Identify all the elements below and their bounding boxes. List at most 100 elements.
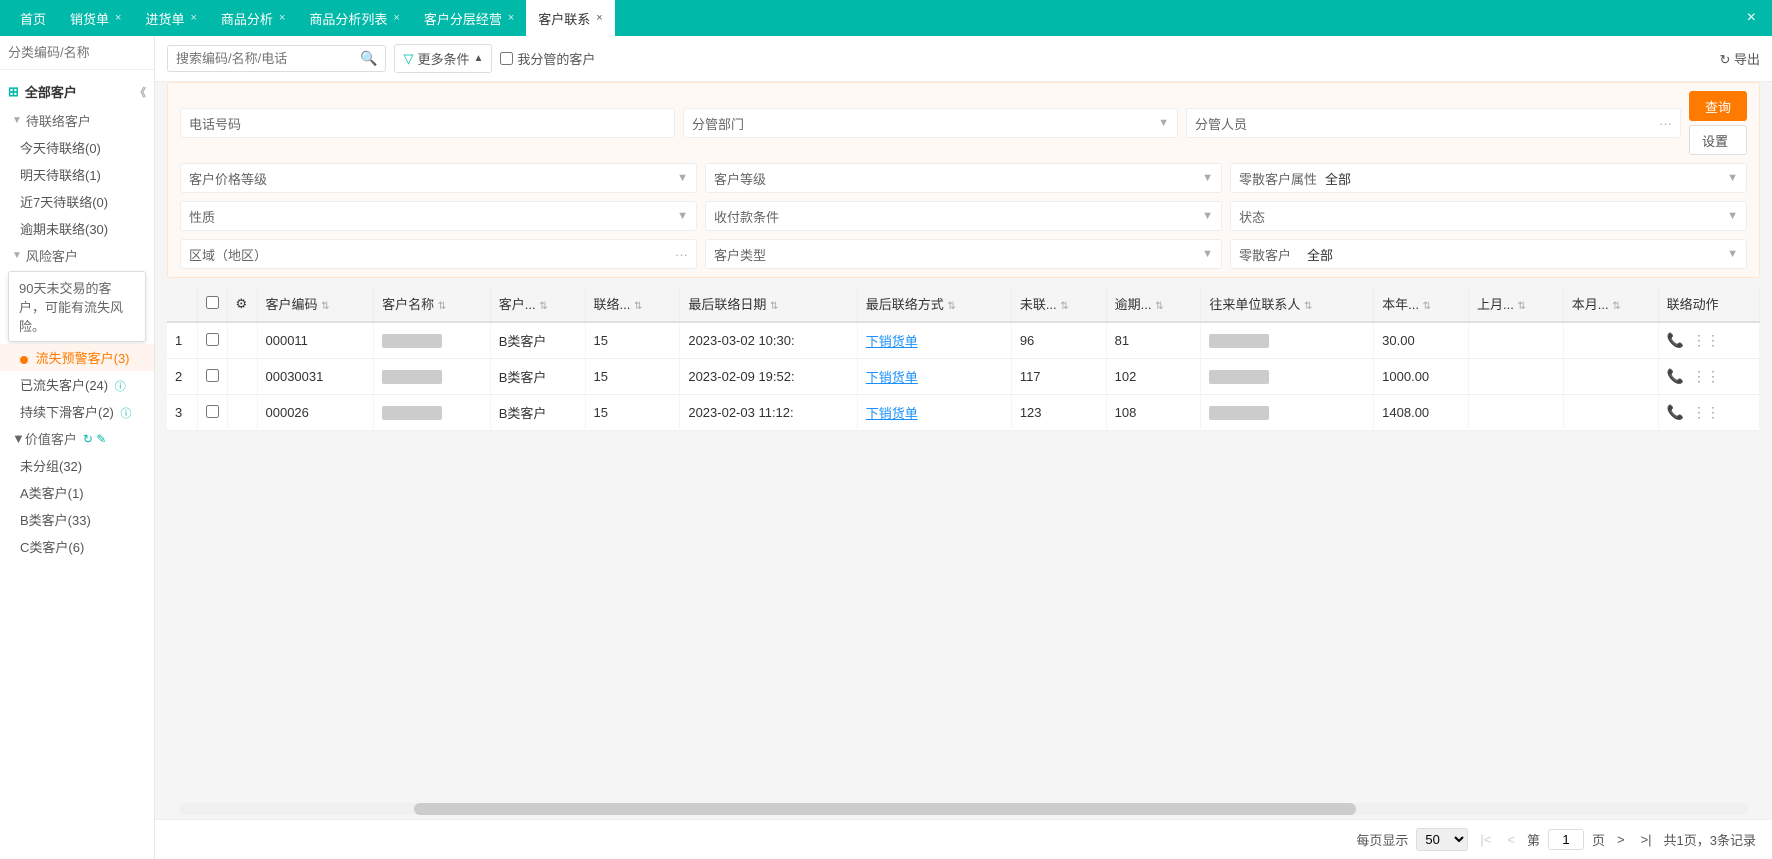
cell-last-month-3 [1468,395,1563,431]
toolbar-search-icon[interactable]: 🔍 [360,50,377,67]
row-checkbox-3[interactable] [206,405,219,418]
nav-customer-contact-close[interactable]: × [596,12,602,24]
action-menu-icon-3[interactable]: ⋮⋮ [1692,404,1720,421]
nav-sales-order-close[interactable]: × [115,12,121,24]
toolbar: 🔍 ▽ 更多条件 ▲ 我分管的客户 ↻ 导出 [155,36,1772,82]
page-number-input[interactable] [1548,829,1584,850]
filter-retail-customer-value: 全部 [1307,245,1333,264]
sidebar-item-tomorrow[interactable]: 明天待联络(1) [0,161,154,188]
col-this-month[interactable]: 本月... ⇅ [1563,286,1658,322]
filter-customer-level: 客户等级 ▼ [705,163,1222,193]
nav-product-analysis-close[interactable]: × [279,12,285,24]
col-last-month[interactable]: 上月... ⇅ [1468,286,1563,322]
filter-person-label: 分管人员 [1195,114,1255,133]
filter-retail-attr: 零散客户属性 全部 ▼ [1230,163,1747,193]
action-phone-icon-3[interactable]: 📞 [1667,404,1684,421]
pagination-last[interactable]: >| [1637,830,1656,849]
nav-customer-segmentation-close[interactable]: × [508,12,514,24]
col-settings[interactable]: ⚙ [227,286,257,322]
col-last-way[interactable]: 最后联络方式 ⇅ [857,286,1011,322]
nav-home[interactable]: 首页 [8,0,58,36]
cell-index-2: 2 [167,359,197,395]
cell-last-way-1[interactable]: 下销货单 [857,322,1011,359]
filter-department-arrow: ▼ [1158,117,1169,129]
col-this-year[interactable]: 本年... ⇅ [1374,286,1469,322]
nav-customer-contact[interactable]: 客户联系 × [526,0,614,36]
export-button[interactable]: ↻ 导出 [1719,49,1760,68]
cell-last-month-2 [1468,359,1563,395]
nav-product-analysis-list[interactable]: 商品分析列表 × [297,0,411,36]
nav-purchase-order-close[interactable]: × [190,12,196,24]
cell-last-way-3[interactable]: 下销货单 [857,395,1011,431]
filter-customer-type: 客户类型 ▼ [705,239,1222,269]
cell-index-3: 3 [167,395,197,431]
action-menu-icon-1[interactable]: ⋮⋮ [1692,332,1720,349]
row-checkbox-1[interactable] [206,333,219,346]
cell-checkbox-1[interactable] [197,322,227,359]
window-close-button[interactable]: × [1739,9,1764,27]
row-checkbox-2[interactable] [206,369,219,382]
col-name[interactable]: 客户名称 ⇅ [374,286,491,322]
pagination-next[interactable]: > [1613,830,1629,849]
nav-purchase-order[interactable]: 进货单 × [133,0,208,36]
sidebar-group-pending[interactable]: ▼ 待联络客户 [0,107,154,134]
per-page-label: 每页显示 [1356,830,1408,849]
filter-row-3: 性质 ▼ 收付款条件 ▼ 状态 ▼ [180,201,1747,231]
action-phone-icon-2[interactable]: 📞 [1667,368,1684,385]
col-unit-contacts[interactable]: 往来单位联系人 ⇅ [1201,286,1374,322]
col-overdue[interactable]: 逾期... ⇅ [1106,286,1201,322]
action-phone-icon-1[interactable]: 📞 [1667,332,1684,349]
filter-person-more[interactable]: ··· [1659,116,1672,131]
more-conditions-button[interactable]: ▽ 更多条件 ▲ [394,44,492,73]
sidebar-item-overdue[interactable]: 逾期未联络(30) [0,215,154,242]
toolbar-search-input[interactable] [176,51,356,66]
sidebar-item-ungrouped[interactable]: 未分组(32) [0,452,154,479]
sidebar-item-class-a[interactable]: A类客户(1) [0,479,154,506]
sidebar-group-lost[interactable]: ▼ 风险客户 [0,242,154,269]
col-contact[interactable]: 联络... ⇅ [585,286,680,322]
horizontal-scrollbar[interactable] [155,799,1772,819]
filter-action-buttons: 查询 设置 [1689,91,1747,155]
top-nav: 首页 销货单 × 进货单 × 商品分析 × 商品分析列表 × 客户分层经营 × … [0,0,1772,36]
sidebar-content: ⊞ 全部客户 《 ▼ 待联络客户 今天待联络(0) 明天待联络(1) 近7天待联… [0,70,154,859]
cell-last-way-2[interactable]: 下销货单 [857,359,1011,395]
sidebar-item-today[interactable]: 今天待联络(0) [0,134,154,161]
filter-department: 分管部门 ▼ [683,108,1178,138]
sidebar-group-value[interactable]: ▼ 价值客户 ↻ ✎ [0,425,154,452]
chevron-icon: ▲ [473,53,483,64]
my-customers-checkbox[interactable] [500,52,513,65]
col-uncontacted[interactable]: 未联... ⇅ [1011,286,1106,322]
sidebar-item-declining[interactable]: 持续下滑客户(2) ⓘ [0,398,154,425]
nav-product-analysis-list-close[interactable]: × [393,12,399,24]
nav-product-analysis[interactable]: 商品分析 × [209,0,297,36]
filter-region-label: 区域（地区） [189,245,267,264]
my-customers-checkbox-label[interactable]: 我分管的客户 [500,49,595,68]
filter-price-arrow: ▼ [677,172,688,184]
all-customers-header[interactable]: ⊞ 全部客户 《 [0,76,154,107]
cell-checkbox-2[interactable] [197,359,227,395]
sidebar-item-class-b[interactable]: B类客户(33) [0,506,154,533]
settings-button[interactable]: 设置 [1689,125,1747,155]
query-button[interactable]: 查询 [1689,91,1747,121]
sidebar-search-input[interactable] [8,45,155,60]
per-page-select[interactable]: 50 100 200 [1416,828,1468,851]
cell-checkbox-3[interactable] [197,395,227,431]
nav-sales-order[interactable]: 销货单 × [58,0,133,36]
content-area: 🔍 ▽ 更多条件 ▲ 我分管的客户 ↻ 导出 电话号码 [155,36,1772,859]
pagination-first[interactable]: |< [1476,830,1495,849]
sidebar-item-churn-warning[interactable]: 流失预警客户(3) [0,344,154,371]
sidebar-item-7days[interactable]: 近7天待联络(0) [0,188,154,215]
filter-region-more[interactable]: ··· [675,247,688,262]
col-code[interactable]: 客户编码 ⇅ [257,286,374,322]
col-last-date[interactable]: 最后联络日期 ⇅ [680,286,857,322]
select-all-checkbox[interactable] [206,296,219,309]
col-type[interactable]: 客户... ⇅ [490,286,585,322]
filter-retail-customer-label: 零散客户 [1239,245,1299,264]
action-menu-icon-2[interactable]: ⋮⋮ [1692,368,1720,385]
sidebar-item-churned[interactable]: 已流失客户(24) ⓘ [0,371,154,398]
nav-customer-segmentation[interactable]: 客户分层经营 × [412,0,526,36]
value-customer-icons[interactable]: ↻ ✎ [83,432,106,446]
pagination-prev[interactable]: < [1503,830,1519,849]
filter-phone-input[interactable] [257,116,666,131]
sidebar-item-class-c[interactable]: C类客户(6) [0,533,154,560]
